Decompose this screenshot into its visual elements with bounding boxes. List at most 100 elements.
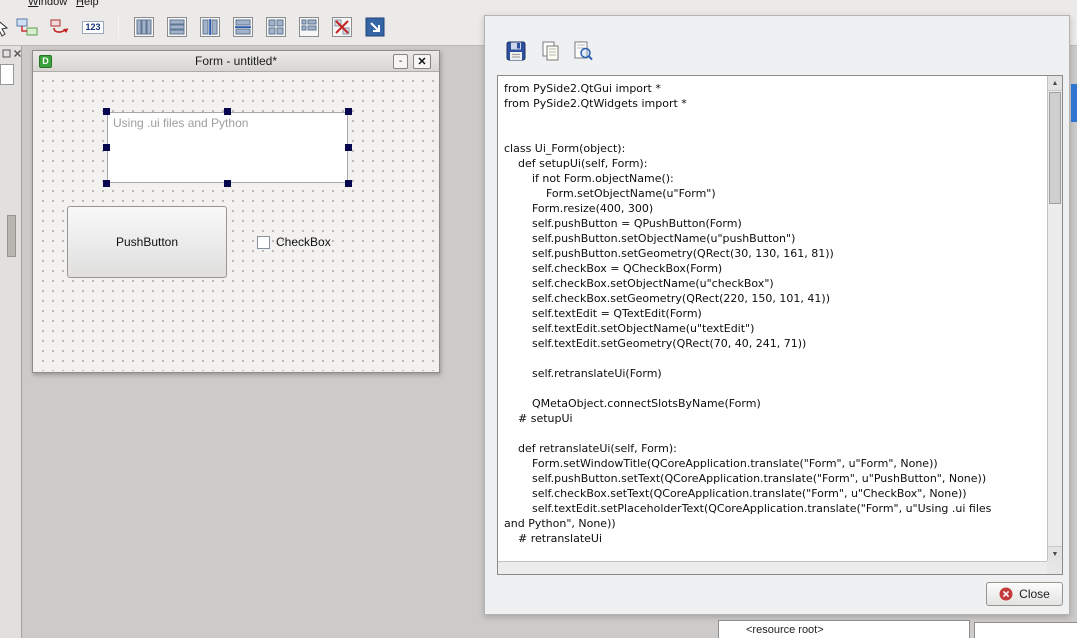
copy-button[interactable] — [539, 39, 563, 63]
edit-widgets-icon — [0, 16, 10, 38]
resize-handle-middle-left[interactable] — [103, 144, 110, 151]
code-line: self.pushButton.setObjectName(u"pushButt… — [504, 231, 1043, 246]
toolbar-separator — [118, 15, 119, 39]
find-button[interactable] — [571, 39, 595, 63]
code-line: self.checkBox = QCheckBox(Form) — [504, 261, 1043, 276]
resource-browser[interactable]: <resource root> — [718, 620, 970, 638]
code-vertical-scrollbar[interactable]: ▲ ▼ — [1047, 76, 1062, 561]
code-line: if not Form.objectName(): — [504, 171, 1043, 186]
layout-vertical-button[interactable] — [164, 14, 190, 40]
pushbutton-widget[interactable]: PushButton — [67, 206, 227, 278]
edit-buddies-icon — [50, 16, 72, 38]
left-panel-scrollbar-thumb[interactable] — [7, 215, 16, 257]
menu-help[interactable]: Help — [76, 0, 99, 8]
resize-handle-bottom-middle[interactable] — [224, 180, 231, 187]
edit-widgets-button[interactable] — [0, 14, 12, 40]
resize-handle-middle-right[interactable] — [345, 144, 352, 151]
code-line: class Ui_Form(object): — [504, 141, 1043, 156]
resize-handle-bottom-left[interactable] — [103, 180, 110, 187]
checkbox-widget[interactable]: CheckBox — [257, 234, 331, 250]
form-window-titlebar[interactable]: D Form - untitled* - ✕ — [33, 51, 439, 72]
layout-horizontal-button[interactable] — [131, 14, 157, 40]
edit-signals-slots-button[interactable] — [14, 14, 40, 40]
code-line: self.pushButton.setGeometry(QRect(30, 13… — [504, 246, 1043, 261]
resize-handle-top-left[interactable] — [103, 108, 110, 115]
code-line: Form.resize(400, 300) — [504, 201, 1043, 216]
form-close-button[interactable]: ✕ — [413, 54, 431, 69]
layout-horizontal-splitter-button[interactable] — [197, 14, 223, 40]
code-line: # setupUi — [504, 411, 1043, 426]
edit-tab-order-button[interactable]: 123 — [80, 14, 106, 40]
code-line — [504, 381, 1043, 396]
layout-grid-icon — [265, 16, 287, 38]
resize-handle-top-middle[interactable] — [224, 108, 231, 115]
layout-horizontal-icon — [133, 16, 155, 38]
code-horizontal-scrollbar[interactable] — [498, 561, 1047, 574]
scroll-down-icon[interactable]: ▼ — [1048, 546, 1062, 561]
checkbox-box-icon — [257, 236, 270, 249]
code-line — [504, 126, 1043, 141]
break-layout-icon — [331, 16, 353, 38]
code-viewer[interactable]: from PySide2.QtGui import *from PySide2.… — [497, 75, 1063, 575]
menu-bar: Window Help — [0, 0, 1077, 9]
form-designer-window: D Form - untitled* - ✕ Using .ui files a… — [32, 50, 440, 373]
qt-designer-screen: Window Help — [0, 0, 1077, 638]
window-edge-highlight — [1071, 84, 1077, 122]
form-minimize-button[interactable]: - — [393, 54, 408, 69]
code-line: self.checkBox.setText(QCoreApplication.t… — [504, 486, 1043, 501]
code-line: self.pushButton = QPushButton(Form) — [504, 216, 1043, 231]
code-line: Form.setWindowTitle(QCoreApplication.tra… — [504, 456, 1043, 471]
code-line — [504, 351, 1043, 366]
layout-vertical-splitter-icon — [232, 16, 254, 38]
resize-handle-bottom-right[interactable] — [345, 180, 352, 187]
layout-grid-button[interactable] — [263, 14, 289, 40]
code-line: from PySide2.QtWidgets import * — [504, 96, 1043, 111]
resize-handle-top-right[interactable] — [345, 108, 352, 115]
form-canvas[interactable]: Using .ui files and Python PushButton Ch… — [34, 72, 438, 371]
form-window-title: Form - untitled* — [33, 54, 439, 68]
save-icon — [505, 40, 527, 62]
layout-form-icon — [298, 16, 320, 38]
widget-filter-input[interactable] — [0, 64, 14, 85]
code-line: def retranslateUi(self, Form): — [504, 441, 1043, 456]
code-scrollbar-thumb[interactable] — [1049, 92, 1061, 204]
break-layout-button[interactable] — [329, 14, 355, 40]
code-line — [504, 426, 1043, 441]
code-preview-dialog: from PySide2.QtGui import *from PySide2.… — [484, 15, 1070, 615]
dock-close-button[interactable] — [12, 48, 22, 58]
close-button[interactable]: Close — [986, 582, 1063, 606]
resource-root-item[interactable]: <resource root> — [746, 624, 824, 636]
close-circle-icon — [999, 587, 1013, 601]
save-button[interactable] — [504, 39, 528, 63]
float-dock-icon — [2, 49, 11, 58]
edit-signals-slots-icon — [16, 16, 38, 38]
close-dock-icon — [13, 49, 22, 58]
layout-form-button[interactable] — [296, 14, 322, 40]
adjust-size-button[interactable] — [362, 14, 388, 40]
resource-preview-pane[interactable] — [974, 622, 1077, 638]
copy-icon — [540, 40, 562, 62]
code-line: self.textEdit.setObjectName(u"textEdit") — [504, 321, 1043, 336]
code-line: self.checkBox.setObjectName(u"checkBox") — [504, 276, 1043, 291]
scroll-up-icon[interactable]: ▲ — [1048, 76, 1062, 91]
code-line: QMetaObject.connectSlotsByName(Form) — [504, 396, 1043, 411]
textedit-placeholder: Using .ui files and Python — [113, 116, 248, 130]
code-line: self.retranslateUi(Form) — [504, 366, 1043, 381]
menu-window[interactable]: Window — [28, 0, 67, 8]
code-line — [504, 111, 1043, 126]
dock-float-button[interactable] — [1, 48, 11, 58]
textedit-widget[interactable]: Using .ui files and Python — [107, 112, 348, 183]
layout-vertical-splitter-button[interactable] — [230, 14, 256, 40]
code-line: self.pushButton.setText(QCoreApplication… — [504, 471, 1043, 486]
code-line: and Python", None)) — [504, 516, 1043, 531]
checkbox-label: CheckBox — [276, 235, 331, 249]
edit-buddies-button[interactable] — [48, 14, 74, 40]
code-text: from PySide2.QtGui import *from PySide2.… — [498, 76, 1047, 561]
code-line: from PySide2.QtGui import * — [504, 81, 1043, 96]
layout-horizontal-splitter-icon — [199, 16, 221, 38]
close-button-label: Close — [1019, 587, 1050, 601]
edit-tab-order-icon: 123 — [82, 21, 103, 34]
adjust-size-icon — [364, 16, 386, 38]
code-line: self.textEdit.setGeometry(QRect(70, 40, … — [504, 336, 1043, 351]
scrollbar-corner — [1047, 561, 1062, 574]
